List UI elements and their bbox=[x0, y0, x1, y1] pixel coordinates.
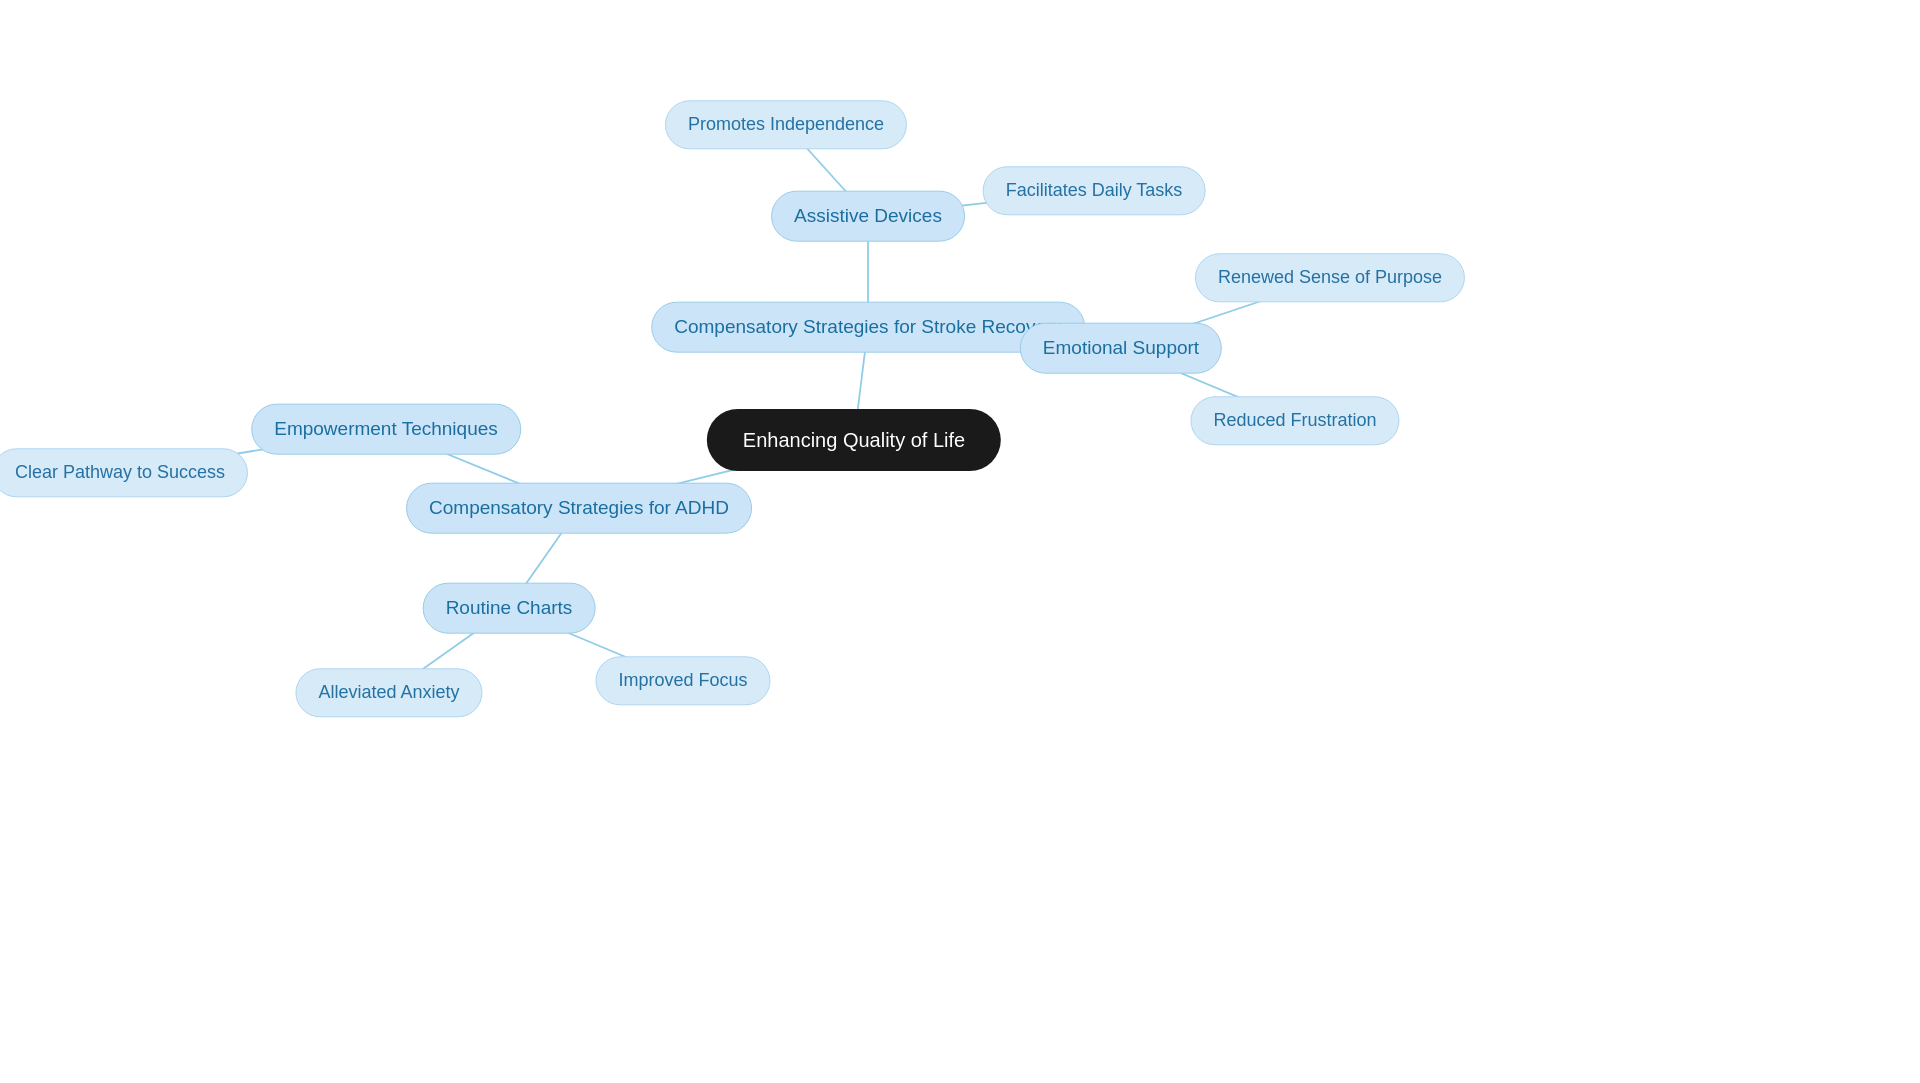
routine-charts-node[interactable]: Routine Charts bbox=[423, 583, 596, 634]
connections-svg bbox=[0, 0, 1920, 1083]
improved-focus-node[interactable]: Improved Focus bbox=[595, 656, 770, 705]
center-node[interactable]: Enhancing Quality of Life bbox=[707, 409, 1001, 471]
reduced-frustration-node[interactable]: Reduced Frustration bbox=[1190, 396, 1399, 445]
alleviated-anxiety-node[interactable]: Alleviated Anxiety bbox=[295, 668, 482, 717]
promotes-independence-node[interactable]: Promotes Independence bbox=[665, 100, 907, 149]
assistive-devices-node[interactable]: Assistive Devices bbox=[771, 191, 965, 242]
emotional-support-node[interactable]: Emotional Support bbox=[1020, 323, 1222, 374]
renewed-sense-node[interactable]: Renewed Sense of Purpose bbox=[1195, 253, 1465, 302]
empowerment-techniques-node[interactable]: Empowerment Techniques bbox=[251, 404, 521, 455]
clear-pathway-node[interactable]: Clear Pathway to Success bbox=[0, 448, 248, 497]
mind-map: Enhancing Quality of Life Promotes Indepe… bbox=[0, 0, 1920, 1083]
facilitates-daily-tasks-node[interactable]: Facilitates Daily Tasks bbox=[983, 166, 1206, 215]
compensatory-adhd-node[interactable]: Compensatory Strategies for ADHD bbox=[406, 483, 752, 534]
